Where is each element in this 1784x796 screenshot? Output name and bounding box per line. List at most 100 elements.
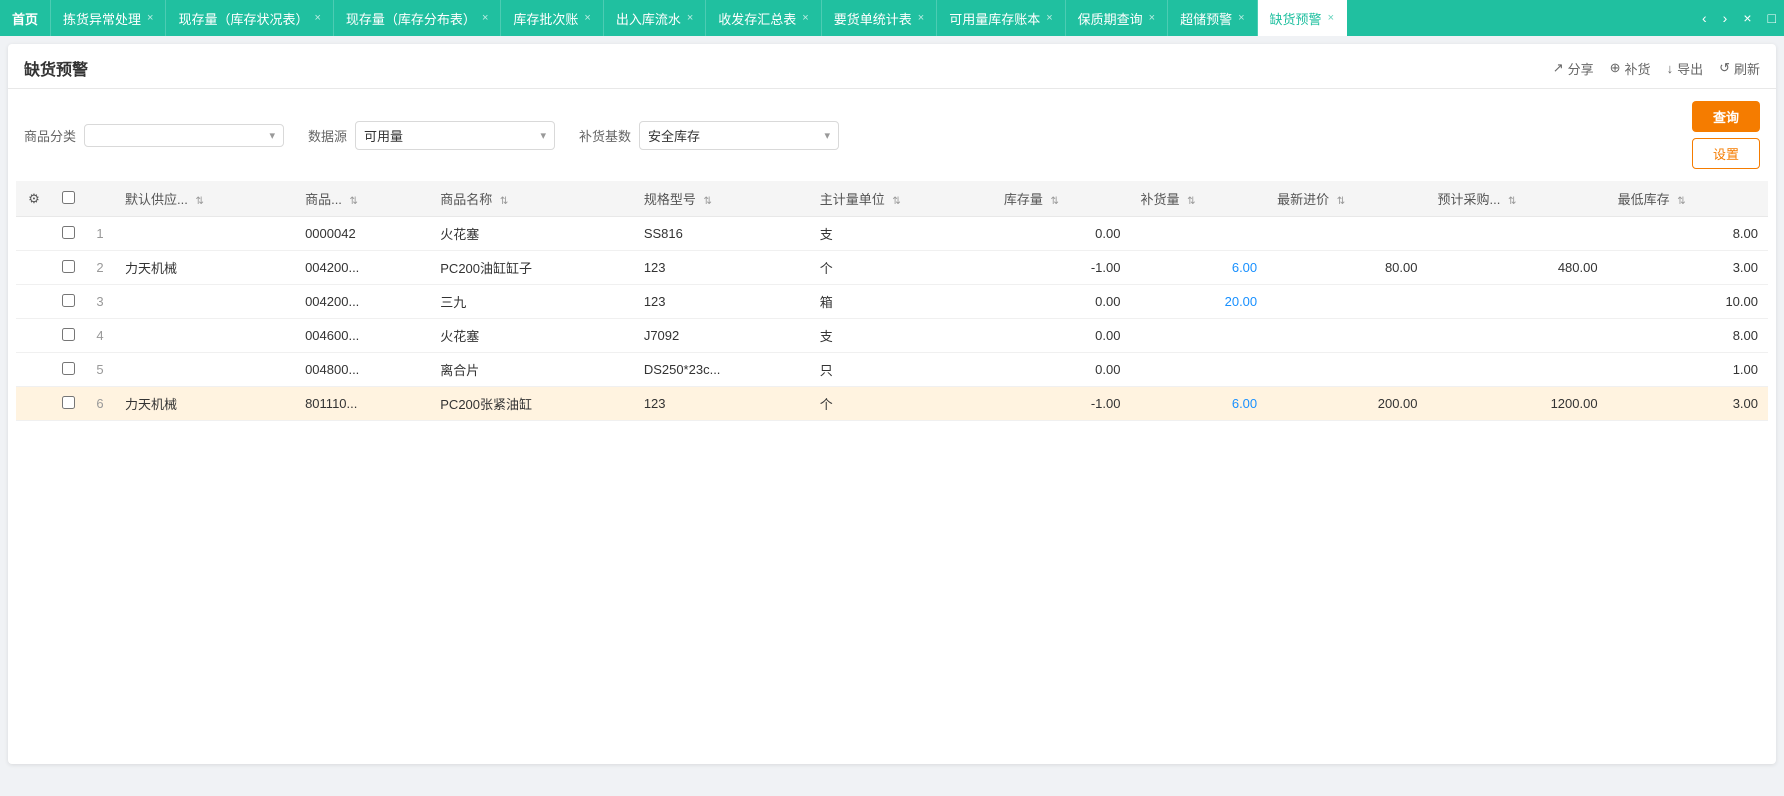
tab-xiancunliang2[interactable]: 现存量（库存分布表） × (334, 0, 501, 36)
row-checkbox-cell[interactable] (52, 353, 85, 387)
category-select[interactable]: ▾ (84, 124, 284, 147)
datasource-select[interactable]: 可用量 ▾ (355, 121, 555, 150)
close-tab-shoufacun[interactable]: × (802, 12, 808, 24)
tab-xiancunliang1[interactable]: 现存量（库存状况表） × (166, 0, 333, 36)
share-icon: ↗ (1553, 60, 1564, 76)
row-supplier: 力天机械 (115, 251, 295, 285)
prev-tab-button[interactable]: ‹ (1694, 0, 1715, 36)
close-tab-jianhuo[interactable]: × (147, 12, 153, 24)
row-gear-cell (16, 353, 52, 387)
replenish-button[interactable]: ⊕ 补货 (1610, 59, 1651, 78)
close-tab-yaohuo[interactable]: × (918, 12, 924, 24)
row-product-code: 0000042 (295, 217, 430, 251)
replenish-select[interactable]: 安全库存 ▾ (639, 121, 839, 150)
row-stock: -1.00 (994, 251, 1131, 285)
row-spec: 123 (634, 387, 810, 421)
row-checkbox[interactable] (62, 362, 75, 375)
next-tab-icon: › (1723, 10, 1728, 26)
row-checkbox[interactable] (62, 294, 75, 307)
tab-yaohuo[interactable]: 要货单统计表 × (822, 0, 937, 36)
th-gear[interactable]: ⚙ (16, 181, 52, 217)
tab-keyongliang[interactable]: 可用量库存账本 × (937, 0, 1065, 36)
close-tab-chaochuyujing[interactable]: × (1238, 12, 1244, 24)
tab-jianhuo[interactable]: 拣货异常处理 × (51, 0, 166, 36)
sort-est-icon: ⇅ (1508, 196, 1516, 207)
row-product-name: PC200油缸缸子 (430, 251, 634, 285)
th-unit[interactable]: 主计量单位 ⇅ (810, 181, 994, 217)
close-tab-quehuo[interactable]: × (1328, 12, 1334, 24)
tab-baozhi[interactable]: 保质期查询 × (1066, 0, 1168, 36)
tab-churukuliu[interactable]: 出入库流水 × (604, 0, 706, 36)
tab-chaochuyujing[interactable]: 超储预警 × (1168, 0, 1257, 36)
row-checkbox[interactable] (62, 260, 75, 273)
th-spec[interactable]: 规格型号 ⇅ (634, 181, 810, 217)
row-latest-price: 200.00 (1267, 387, 1427, 421)
close-tab-keyongliang[interactable]: × (1046, 12, 1052, 24)
row-product-code: 004200... (295, 285, 430, 319)
next-tab-button[interactable]: › (1715, 0, 1736, 36)
th-product-code[interactable]: 商品... ⇅ (295, 181, 430, 217)
th-supplier[interactable]: 默认供应... ⇅ (115, 181, 295, 217)
export-button[interactable]: ↓ 导出 (1667, 59, 1704, 78)
tab-shoufacun[interactable]: 收发存汇总表 × (706, 0, 821, 36)
row-checkbox-cell[interactable] (52, 217, 85, 251)
row-checkbox-cell[interactable] (52, 285, 85, 319)
row-min-stock: 8.00 (1608, 319, 1768, 353)
row-checkbox[interactable] (62, 328, 75, 341)
select-all-checkbox[interactable] (62, 191, 75, 204)
share-button[interactable]: ↗ 分享 (1553, 59, 1594, 78)
tab-quehuo[interactable]: 缺货预警 × (1258, 0, 1347, 36)
row-checkbox-cell[interactable] (52, 251, 85, 285)
tab-navigation: ‹ › × □ (1694, 0, 1784, 36)
settings-button[interactable]: 设置 (1692, 138, 1760, 169)
row-checkbox-cell[interactable] (52, 319, 85, 353)
tab-kucunpici[interactable]: 库存批次账 × (501, 0, 603, 36)
row-supplement: 6.00 (1130, 251, 1267, 285)
close-window-icon: × (1743, 10, 1751, 26)
filter-category: 商品分类 ▾ (24, 124, 284, 147)
query-button[interactable]: 查询 (1692, 101, 1760, 132)
close-tab-xiancunliang1[interactable]: × (314, 12, 320, 24)
gear-icon: ⚙ (28, 191, 40, 206)
row-num-cell: 3 (85, 285, 115, 319)
close-tab-xiancunliang2[interactable]: × (482, 12, 488, 24)
row-stock: 0.00 (994, 285, 1131, 319)
row-stock: 0.00 (994, 319, 1131, 353)
row-checkbox-cell[interactable] (52, 387, 85, 421)
row-gear-cell (16, 387, 52, 421)
row-latest-price: 80.00 (1267, 251, 1427, 285)
th-supplement[interactable]: 补货量 ⇅ (1130, 181, 1267, 217)
row-supplement (1130, 217, 1267, 251)
table-wrapper: ⚙ 默认供应... ⇅ 商品... ⇅ 商品名称 (8, 181, 1776, 421)
row-checkbox[interactable] (62, 396, 75, 409)
row-product-code: 004800... (295, 353, 430, 387)
th-latest-price[interactable]: 最新进价 ⇅ (1267, 181, 1427, 217)
close-tab-baozhi[interactable]: × (1149, 12, 1155, 24)
th-checkbox[interactable] (52, 181, 85, 217)
th-min-stock[interactable]: 最低库存 ⇅ (1608, 181, 1768, 217)
row-gear-cell (16, 217, 52, 251)
row-stock: 0.00 (994, 353, 1131, 387)
th-stock[interactable]: 库存量 ⇅ (994, 181, 1131, 217)
th-product-name[interactable]: 商品名称 ⇅ (430, 181, 634, 217)
category-label: 商品分类 (24, 126, 76, 145)
row-est-purchase (1428, 353, 1608, 387)
sort-code-icon: ⇅ (350, 196, 358, 207)
th-est-purchase[interactable]: 预计采购... ⇅ (1428, 181, 1608, 217)
row-min-stock: 1.00 (1608, 353, 1768, 387)
table-header-row: ⚙ 默认供应... ⇅ 商品... ⇅ 商品名称 (16, 181, 1768, 217)
row-est-purchase: 480.00 (1428, 251, 1608, 285)
row-unit: 箱 (810, 285, 994, 319)
maximize-button[interactable]: □ (1760, 0, 1784, 36)
sort-minstock-icon: ⇅ (1677, 196, 1685, 207)
tab-home[interactable]: 首页 (0, 0, 51, 36)
close-tab-churukuliu[interactable]: × (687, 12, 693, 24)
close-tab-kucunpici[interactable]: × (584, 12, 590, 24)
close-window-button[interactable]: × (1735, 0, 1759, 36)
row-checkbox[interactable] (62, 226, 75, 239)
row-est-purchase (1428, 217, 1608, 251)
refresh-button[interactable]: ↺ 刷新 (1719, 59, 1760, 78)
row-spec: DS250*23c... (634, 353, 810, 387)
row-est-purchase (1428, 285, 1608, 319)
sort-price-icon: ⇅ (1337, 196, 1345, 207)
